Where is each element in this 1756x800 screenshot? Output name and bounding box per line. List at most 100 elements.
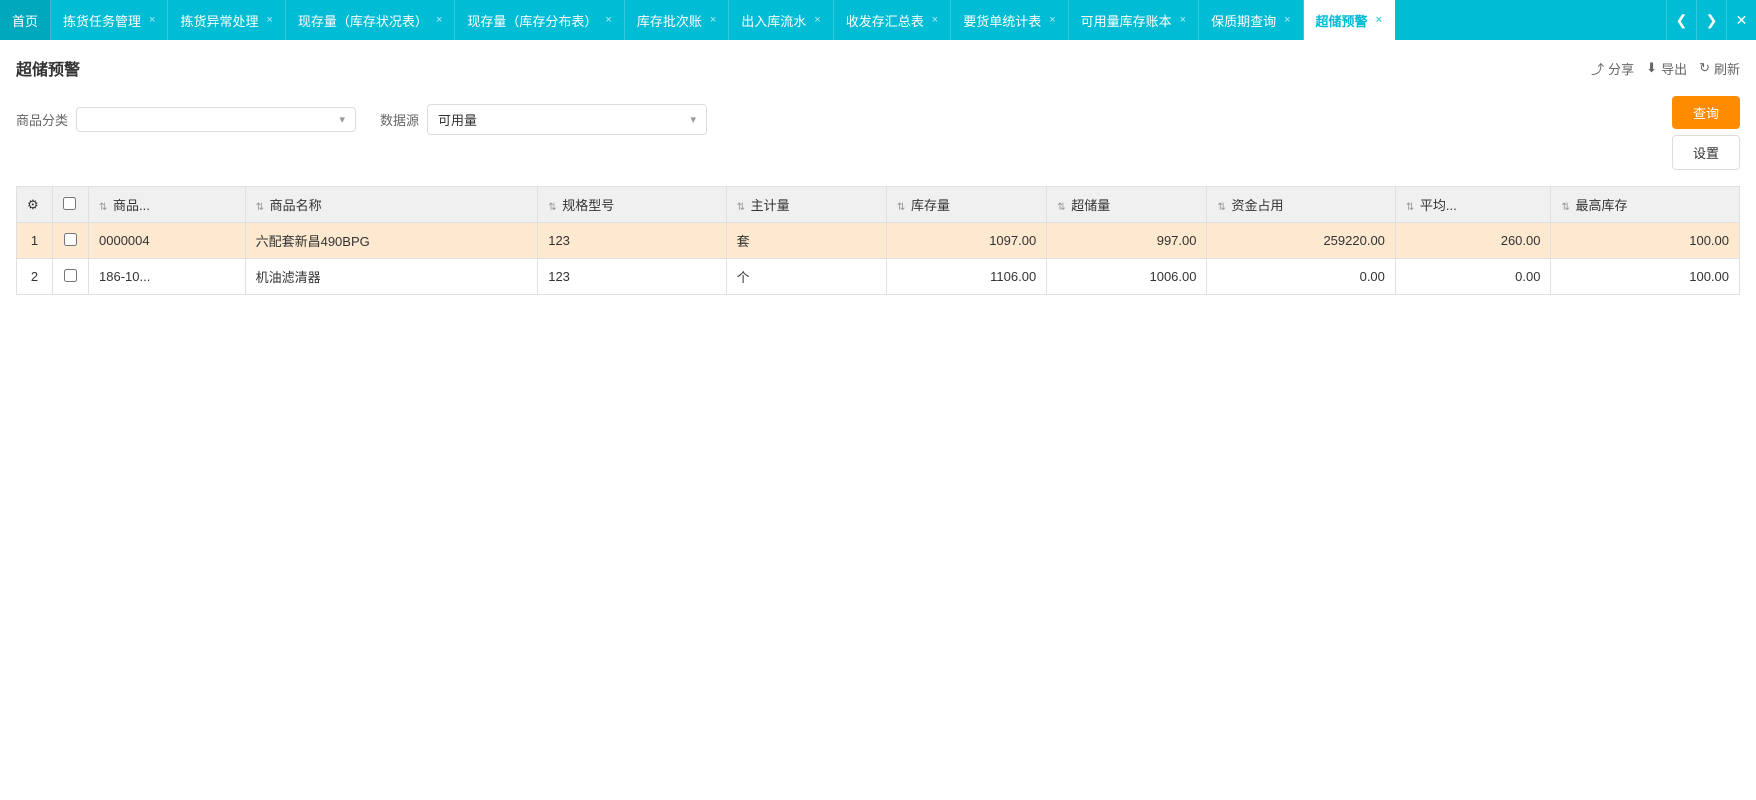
- row-checkbox-cell[interactable]: [53, 223, 89, 259]
- category-filter: 商品分类 ▾: [16, 107, 356, 132]
- chevron-down-icon: ▾: [339, 113, 345, 126]
- nav-inout-flow[interactable]: 出入库流水 ×: [729, 0, 833, 40]
- share-button[interactable]: ⤴ 分享: [1591, 59, 1634, 78]
- cell-capital: 259220.00: [1207, 223, 1395, 259]
- nav-close-all-arrow[interactable]: ✕: [1726, 0, 1756, 40]
- cell-overflow: 1006.00: [1047, 259, 1207, 295]
- gear-header[interactable]: ⚙: [17, 187, 53, 223]
- cell-product-code: 0000004: [89, 223, 246, 259]
- nav-close-icon[interactable]: ×: [710, 14, 716, 26]
- page-header: 超储预警 ⤴ 分享 ⬇ 导出 ↻ 刷新: [16, 56, 1740, 80]
- nav-order-stats[interactable]: 要货单统计表 ×: [951, 0, 1068, 40]
- page-title: 超储预警: [16, 56, 80, 80]
- row-checkbox[interactable]: [64, 269, 77, 282]
- nav-expiry[interactable]: 保质期查询 ×: [1199, 0, 1303, 40]
- col-product-code[interactable]: ⇅ 商品...: [89, 187, 246, 223]
- cell-stock: 1106.00: [886, 259, 1046, 295]
- nav-close-icon[interactable]: ×: [1049, 14, 1055, 26]
- datasource-filter: 数据源 可用量 ▾: [380, 104, 707, 135]
- nav-close-icon[interactable]: ×: [1180, 14, 1186, 26]
- cell-capital: 0.00: [1207, 259, 1395, 295]
- select-all-checkbox[interactable]: [63, 197, 76, 210]
- cell-unit: 套: [726, 223, 886, 259]
- nav-stock-batch[interactable]: 库存批次账 ×: [625, 0, 729, 40]
- cell-product-name: 机油滤清器: [245, 259, 538, 295]
- page-content: 超储预警 ⤴ 分享 ⬇ 导出 ↻ 刷新 商品分类: [0, 40, 1756, 800]
- nav-close-icon[interactable]: ×: [1376, 14, 1382, 26]
- table-row: 2 186-10... 机油滤清器 123 个 1106.00 1006.00 …: [17, 259, 1740, 295]
- settings-gear-icon: ⚙: [27, 197, 39, 212]
- col-capital[interactable]: ⇅ 资金占用: [1207, 187, 1395, 223]
- table-header-row: ⚙ ⇅ 商品... ⇅ 商品名称 ⇅ 规格型号 ⇅: [17, 187, 1740, 223]
- action-buttons: 查询 设置: [1672, 96, 1740, 170]
- sort-icon: ⇅: [1406, 202, 1414, 213]
- cell-max-stock: 100.00: [1551, 223, 1740, 259]
- col-avg[interactable]: ⇅ 平均...: [1395, 187, 1551, 223]
- refresh-button[interactable]: ↻ 刷新: [1699, 59, 1740, 78]
- nav-close-icon[interactable]: ×: [605, 14, 611, 26]
- row-checkbox[interactable]: [64, 233, 77, 246]
- nav-pick-exception[interactable]: 拣货异常处理 ×: [168, 0, 285, 40]
- sort-icon: ⇅: [1561, 202, 1569, 213]
- sort-icon: ⇅: [1217, 202, 1225, 213]
- nav-overstock[interactable]: 超储预警 ×: [1304, 0, 1395, 40]
- nav-available-stock[interactable]: 可用量库存账本 ×: [1069, 0, 1199, 40]
- datasource-label: 数据源: [380, 110, 419, 129]
- col-stock[interactable]: ⇅ 库存量: [886, 187, 1046, 223]
- chevron-down-icon: ▾: [691, 113, 697, 126]
- datasource-select[interactable]: 可用量 ▾: [427, 104, 707, 135]
- cell-stock: 1097.00: [886, 223, 1046, 259]
- sort-icon: ⇅: [256, 202, 264, 213]
- nav-home[interactable]: 首页: [0, 0, 51, 40]
- nav-close-icon[interactable]: ×: [814, 14, 820, 26]
- sort-icon: ⇅: [548, 202, 556, 213]
- nav-next-arrow[interactable]: ❯: [1696, 0, 1726, 40]
- col-product-name[interactable]: ⇅ 商品名称: [245, 187, 538, 223]
- cell-spec: 123: [538, 259, 726, 295]
- nav-close-icon[interactable]: ×: [932, 14, 938, 26]
- filter-row: 商品分类 ▾ 数据源 可用量 ▾: [16, 96, 1656, 143]
- sort-icon: ⇅: [897, 202, 905, 213]
- nav-stock-dist[interactable]: 现存量（库存分布表） ×: [455, 0, 624, 40]
- nav-summary[interactable]: 收发存汇总表 ×: [834, 0, 951, 40]
- top-navigation: 首页 拣货任务管理 × 拣货异常处理 × 现存量（库存状况表） × 现存量（库存…: [0, 0, 1756, 40]
- export-icon: ⬇: [1646, 60, 1657, 76]
- nav-pick-task[interactable]: 拣货任务管理 ×: [51, 0, 168, 40]
- nav-prev-arrow[interactable]: ❮: [1666, 0, 1696, 40]
- category-label: 商品分类: [16, 110, 68, 129]
- share-icon: ⤴: [1591, 59, 1604, 78]
- category-select[interactable]: ▾: [76, 107, 356, 132]
- col-max-stock[interactable]: ⇅ 最高库存: [1551, 187, 1740, 223]
- nav-close-icon[interactable]: ×: [1284, 14, 1290, 26]
- table-row: 1 0000004 六配套新昌490BPG 123 套 1097.00 997.…: [17, 223, 1740, 259]
- header-actions: ⤴ 分享 ⬇ 导出 ↻ 刷新: [1591, 59, 1740, 78]
- cell-product-code: 186-10...: [89, 259, 246, 295]
- cell-unit: 个: [726, 259, 886, 295]
- cell-avg: 0.00: [1395, 259, 1551, 295]
- col-spec[interactable]: ⇅ 规格型号: [538, 187, 726, 223]
- export-button[interactable]: ⬇ 导出: [1646, 59, 1687, 78]
- row-checkbox-cell[interactable]: [53, 259, 89, 295]
- cell-max-stock: 100.00: [1551, 259, 1740, 295]
- nav-close-icon[interactable]: ×: [436, 14, 442, 26]
- cell-product-name: 六配套新昌490BPG: [245, 223, 538, 259]
- col-overflow[interactable]: ⇅ 超储量: [1047, 187, 1207, 223]
- nav-arrows: ❮ ❯ ✕: [1666, 0, 1756, 40]
- settings-button[interactable]: 设置: [1672, 135, 1740, 170]
- col-unit[interactable]: ⇅ 主计量: [726, 187, 886, 223]
- sort-icon: ⇅: [737, 202, 745, 213]
- nav-close-icon[interactable]: ×: [149, 14, 155, 26]
- nav-close-icon[interactable]: ×: [266, 14, 272, 26]
- query-button[interactable]: 查询: [1672, 96, 1740, 129]
- cell-overflow: 997.00: [1047, 223, 1207, 259]
- row-number: 1: [17, 223, 53, 259]
- checkbox-header[interactable]: [53, 187, 89, 223]
- nav-stock-status[interactable]: 现存量（库存状况表） ×: [286, 0, 455, 40]
- sort-icon: ⇅: [1057, 202, 1065, 213]
- datasource-value: 可用量: [438, 110, 477, 129]
- data-table: ⚙ ⇅ 商品... ⇅ 商品名称 ⇅ 规格型号 ⇅: [16, 186, 1740, 295]
- cell-spec: 123: [538, 223, 726, 259]
- cell-avg: 260.00: [1395, 223, 1551, 259]
- sort-icon: ⇅: [99, 202, 107, 213]
- refresh-icon: ↻: [1699, 60, 1710, 76]
